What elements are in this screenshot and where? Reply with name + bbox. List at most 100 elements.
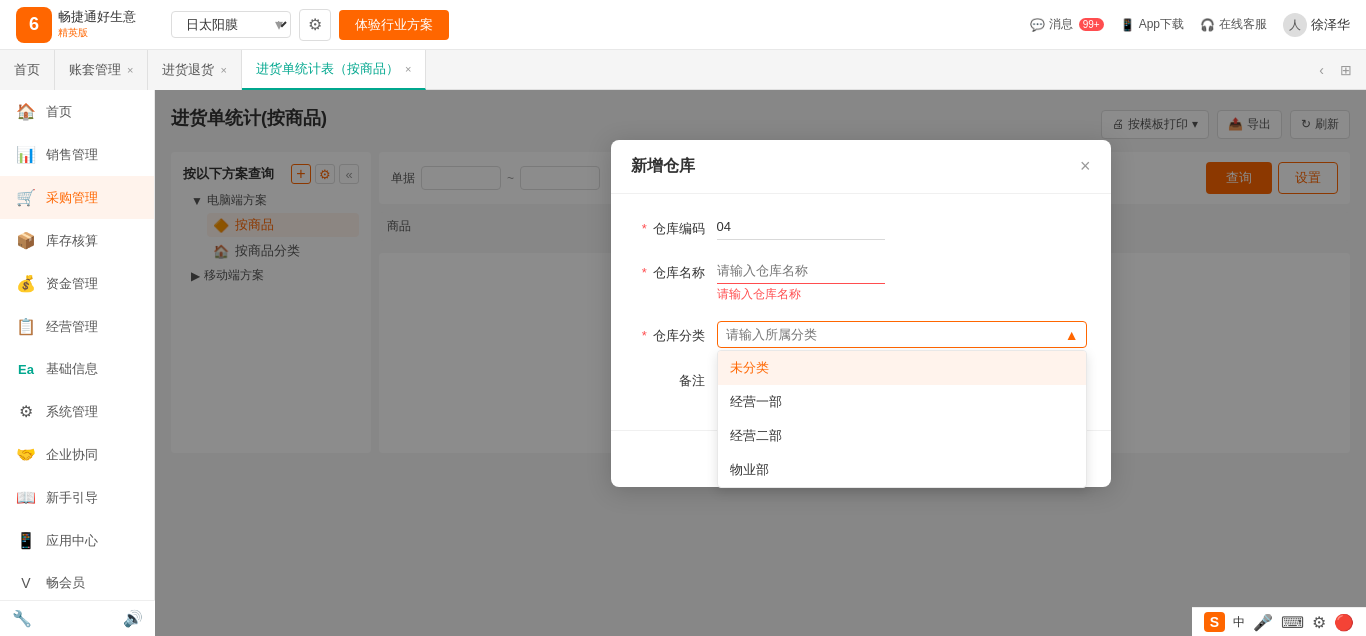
- app-icon: 📱: [1120, 18, 1135, 32]
- logo-title: 畅捷通好生意: [58, 9, 136, 26]
- tab-controls: ‹ ⊞: [1313, 60, 1366, 80]
- sidebar-label-inventory: 库存核算: [46, 232, 98, 250]
- s-logo: S: [1204, 612, 1225, 632]
- sidebar-label-enterprise: 企业协同: [46, 446, 98, 464]
- name-input[interactable]: [717, 258, 885, 284]
- sidebar-label-vip: 畅会员: [46, 574, 85, 592]
- close-status-icon[interactable]: 🔴: [1334, 613, 1354, 632]
- store-select-wrap[interactable]: 日太阳膜: [171, 11, 291, 38]
- modal-body: * 仓库编码 * 仓库名称 请输入仓库名称: [611, 194, 1111, 430]
- message-badge: 99+: [1079, 18, 1104, 31]
- dropdown-item-property[interactable]: 物业部: [718, 453, 1086, 487]
- name-label-text: 仓库名称: [653, 265, 705, 280]
- sidebar-label-purchase: 采购管理: [46, 189, 98, 207]
- category-input[interactable]: [717, 321, 1087, 348]
- tab-account-label: 账套管理: [69, 61, 121, 79]
- appstore-icon: 📱: [16, 531, 36, 550]
- sidebar-item-inventory[interactable]: 📦 库存核算: [0, 219, 154, 262]
- app-download-item[interactable]: 📱 App下载: [1120, 16, 1184, 33]
- tab-home[interactable]: 首页: [0, 50, 55, 90]
- sidebar-item-vip[interactable]: V 畅会员: [0, 562, 154, 604]
- tab-purchase-stats-label: 进货单统计表（按商品）: [256, 60, 399, 78]
- user-avatar: 人: [1283, 13, 1307, 37]
- tab-next-icon[interactable]: ⊞: [1334, 60, 1358, 80]
- sidebar-label-system: 系统管理: [46, 403, 98, 421]
- home-icon: 🏠: [16, 102, 36, 121]
- top-header: 6 畅捷通好生意 精英版 日太阳膜 ⚙ 体验行业方案 💬 消息 99+ 📱 Ap…: [0, 0, 1366, 50]
- code-label-text: 仓库编码: [653, 221, 705, 236]
- message-item[interactable]: 💬 消息 99+: [1030, 16, 1104, 33]
- online-service-label: 在线客服: [1219, 16, 1267, 33]
- sidebar-item-appstore[interactable]: 📱 应用中心: [0, 519, 154, 562]
- code-input-wrap: [717, 214, 1087, 240]
- modal-header: 新增仓库 ×: [611, 140, 1111, 194]
- sidebar-item-management[interactable]: 📋 经营管理: [0, 305, 154, 348]
- sidebar-item-purchase[interactable]: 🛒 采购管理: [0, 176, 154, 219]
- code-field-row: * 仓库编码: [635, 214, 1087, 240]
- logo-area: 6 畅捷通好生意 精英版: [16, 7, 171, 43]
- name-field-row: * 仓库名称 请输入仓库名称: [635, 258, 1087, 303]
- chinese-label: 中: [1233, 614, 1245, 631]
- name-label: * 仓库名称: [635, 258, 705, 282]
- settings-status-icon[interactable]: ⚙: [1312, 613, 1326, 632]
- settings-bottom-icon[interactable]: 🔧: [12, 609, 32, 628]
- trial-button[interactable]: 体验行业方案: [339, 10, 449, 40]
- enterprise-icon: 🤝: [16, 445, 36, 464]
- modal-close-btn[interactable]: ×: [1080, 156, 1091, 177]
- tab-purchase-stats-close[interactable]: ×: [405, 63, 411, 75]
- mic-icon[interactable]: 🎤: [1253, 613, 1273, 632]
- dropdown-item-dept2[interactable]: 经营二部: [718, 419, 1086, 453]
- tab-purchase-return-close[interactable]: ×: [220, 64, 226, 76]
- sidebar-label-appstore: 应用中心: [46, 532, 98, 550]
- category-dropdown-wrap: ▲ 未分类 经营一部 经营二部 物业部: [717, 321, 1087, 348]
- note-label: 备注: [635, 366, 705, 390]
- tab-purchase-stats[interactable]: 进货单统计表（按商品） ×: [242, 50, 426, 90]
- tab-bar: 首页 账套管理 × 进货退货 × 进货单统计表（按商品） × ‹ ⊞: [0, 50, 1366, 90]
- note-label-text: 备注: [679, 373, 705, 388]
- category-dropdown-list: 未分类 经营一部 经营二部 物业部: [717, 350, 1087, 488]
- sidebar-item-sales[interactable]: 📊 销售管理: [0, 133, 154, 176]
- sidebar-item-enterprise[interactable]: 🤝 企业协同: [0, 433, 154, 476]
- system-icon: ⚙: [16, 402, 36, 421]
- audio-icon[interactable]: 🔊: [123, 609, 143, 628]
- tab-account-close[interactable]: ×: [127, 64, 133, 76]
- tab-purchase-return[interactable]: 进货退货 ×: [148, 50, 241, 90]
- sidebar-item-system[interactable]: ⚙ 系统管理: [0, 390, 154, 433]
- dropdown-item-dept1[interactable]: 经营一部: [718, 385, 1086, 419]
- sidebar-item-guide[interactable]: 📖 新手引导: [0, 476, 154, 519]
- user-item[interactable]: 人 徐泽华: [1283, 13, 1350, 37]
- bottom-status-bar: S 中 🎤 ⌨ ⚙ 🔴: [1192, 607, 1366, 636]
- tab-prev-icon[interactable]: ‹: [1313, 60, 1330, 80]
- category-field-row: * 仓库分类 ▲ 未分类 经营一部 经营二部 物业部: [635, 321, 1087, 348]
- dropdown-item-uncategorized[interactable]: 未分类: [718, 351, 1086, 385]
- sidebar-item-home[interactable]: 🏠 首页: [0, 90, 154, 133]
- code-label: * 仓库编码: [635, 214, 705, 238]
- app-logo: 6: [16, 7, 52, 43]
- message-label: 消息: [1049, 16, 1073, 33]
- category-required-star: *: [642, 328, 647, 343]
- inventory-icon: 📦: [16, 231, 36, 250]
- sidebar-item-base[interactable]: Ea 基础信息: [0, 348, 154, 390]
- sidebar-item-finance[interactable]: 💰 资金管理: [0, 262, 154, 305]
- code-input[interactable]: [717, 214, 885, 240]
- content-area: 进货单统计(按商品) 🖨 按模板打印 ▾ 📤 导出 ↻ 刷新: [155, 90, 1366, 636]
- category-label: * 仓库分类: [635, 321, 705, 345]
- online-service-item[interactable]: 🎧 在线客服: [1200, 16, 1267, 33]
- settings-icon-btn[interactable]: ⚙: [299, 9, 331, 41]
- sidebar-bottom-bar: 🔧 🔊: [0, 600, 155, 636]
- app-download-label: App下载: [1139, 16, 1184, 33]
- name-input-wrap: 请输入仓库名称: [717, 258, 1087, 303]
- tab-home-label: 首页: [14, 61, 40, 79]
- modal-title: 新增仓库: [631, 156, 695, 177]
- store-select[interactable]: 日太阳膜: [171, 11, 291, 38]
- required-star: *: [642, 221, 647, 236]
- name-required-star: *: [642, 265, 647, 280]
- sidebar-label-home: 首页: [46, 103, 72, 121]
- tab-account[interactable]: 账套管理 ×: [55, 50, 148, 90]
- name-error-text: 请输入仓库名称: [717, 286, 1087, 303]
- keyboard-icon[interactable]: ⌨: [1281, 613, 1304, 632]
- main-layout: 🏠 首页 📊 销售管理 🛒 采购管理 📦 库存核算 💰 资金管理 📋 经营管理 …: [0, 90, 1366, 636]
- sales-icon: 📊: [16, 145, 36, 164]
- management-icon: 📋: [16, 317, 36, 336]
- sidebar-label-management: 经营管理: [46, 318, 98, 336]
